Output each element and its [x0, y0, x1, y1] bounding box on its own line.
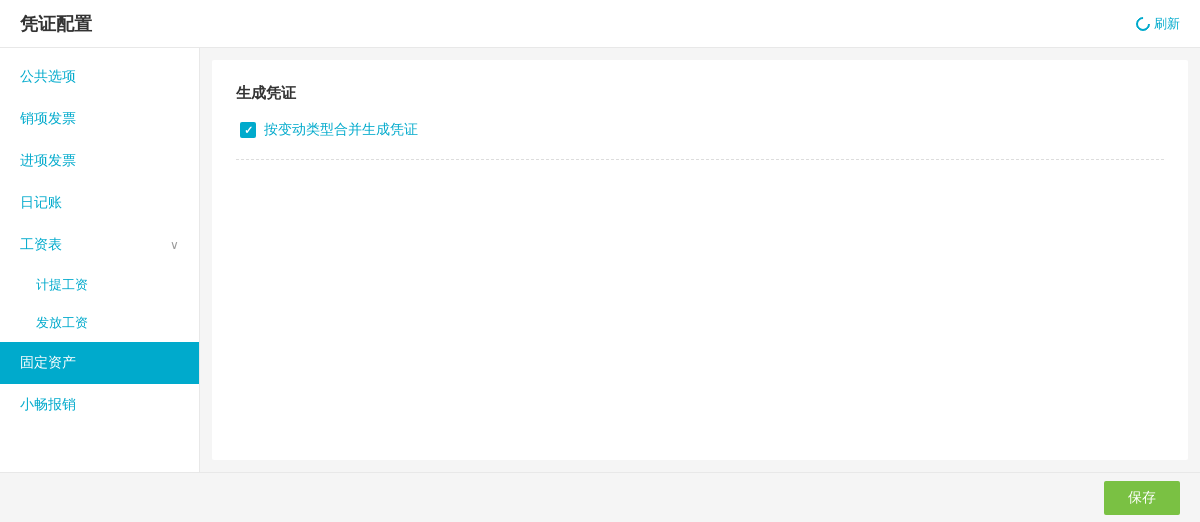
page-wrapper: 凭证配置 刷新 公共选项 销项发票 进项发票 日记账 工资表 ∨	[0, 0, 1200, 522]
footer: 保存	[0, 472, 1200, 522]
section-title: 生成凭证	[236, 84, 1164, 103]
sidebar-item-sales-invoice[interactable]: 销项发票	[0, 98, 199, 140]
section-divider	[236, 159, 1164, 160]
sidebar-item-public[interactable]: 公共选项	[0, 56, 199, 98]
main-content: 生成凭证 ✓ 按变动类型合并生成凭证	[212, 60, 1188, 460]
sidebar-item-payroll[interactable]: 工资表 ∨	[0, 224, 199, 266]
sidebar-item-fixed-assets[interactable]: 固定资产	[0, 342, 199, 384]
check-icon: ✓	[244, 124, 253, 137]
sidebar: 公共选项 销项发票 进项发票 日记账 工资表 ∨ 计提工资 发放工资 固定资	[0, 48, 200, 472]
merge-checkbox[interactable]: ✓	[240, 122, 256, 138]
checkbox-label: 按变动类型合并生成凭证	[264, 121, 418, 139]
header: 凭证配置 刷新	[0, 0, 1200, 48]
save-button[interactable]: 保存	[1104, 481, 1180, 515]
page-title: 凭证配置	[20, 12, 92, 36]
sidebar-item-journal[interactable]: 日记账	[0, 182, 199, 224]
sidebar-item-expense-report[interactable]: 小畅报销	[0, 384, 199, 426]
checkbox-row[interactable]: ✓ 按变动类型合并生成凭证	[240, 121, 1164, 139]
refresh-icon	[1133, 14, 1153, 34]
chevron-down-icon: ∨	[170, 238, 179, 252]
refresh-button[interactable]: 刷新	[1136, 15, 1180, 33]
sidebar-item-purchase-invoice[interactable]: 进项发票	[0, 140, 199, 182]
body: 公共选项 销项发票 进项发票 日记账 工资表 ∨ 计提工资 发放工资 固定资	[0, 48, 1200, 472]
sidebar-subitem-accrued-salary[interactable]: 计提工资	[0, 266, 199, 304]
sidebar-subitem-payroll-payment[interactable]: 发放工资	[0, 304, 199, 342]
refresh-label: 刷新	[1154, 15, 1180, 33]
